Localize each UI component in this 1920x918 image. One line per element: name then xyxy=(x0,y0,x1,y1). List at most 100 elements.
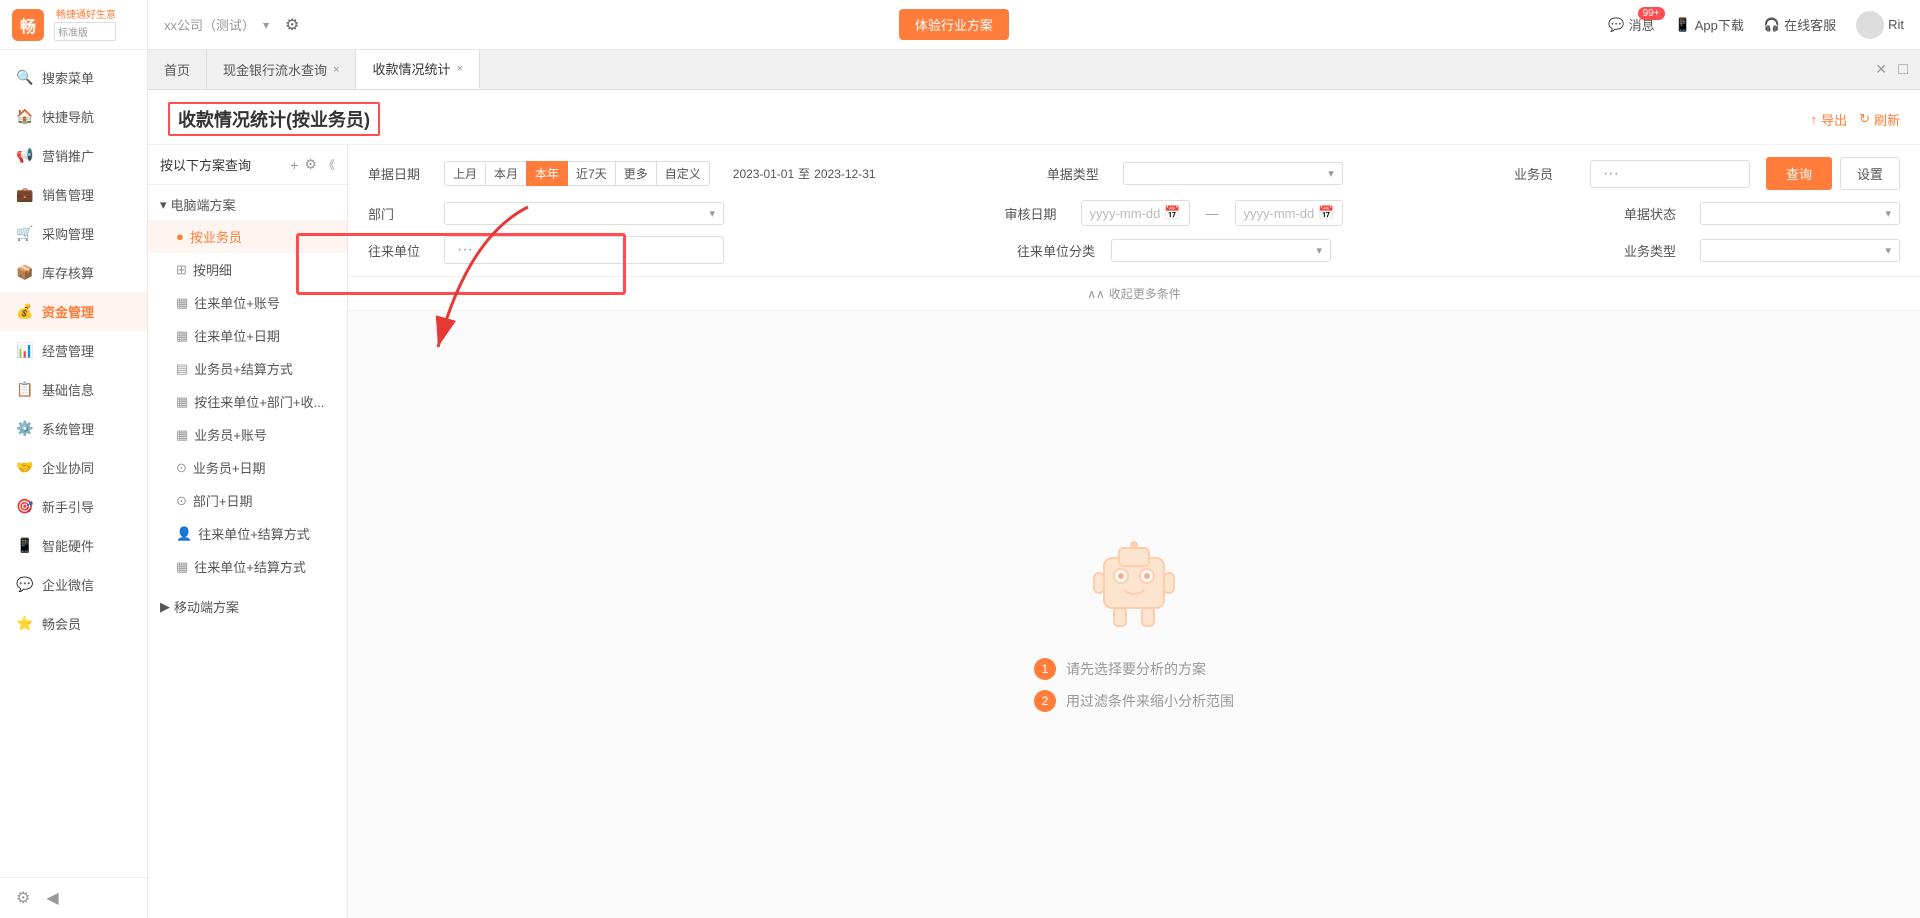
scheme-item-dept-date[interactable]: ⊙ 部门+日期 xyxy=(148,484,347,517)
scheme-item-partner-settle2[interactable]: ▦ 往来单位+结算方式 xyxy=(148,550,347,583)
filter-actions: 查询 设置 xyxy=(1766,157,1900,190)
trial-button[interactable]: 体验行业方案 xyxy=(899,9,1009,40)
partner-more-icon[interactable]: ··· xyxy=(457,241,473,259)
calendar-icon[interactable]: 📅 xyxy=(1164,205,1180,221)
app-download-item[interactable]: 📱 App下载 xyxy=(1675,15,1744,34)
chevron-down-icon: ▾ xyxy=(1885,207,1891,220)
sidebar-item-finance[interactable]: 💰 资金管理 xyxy=(0,292,147,331)
sidebar-item-label: 库存核算 xyxy=(42,263,94,282)
voucher-type-label: 单据类型 xyxy=(1047,164,1107,183)
scheme-item-partner-date[interactable]: ▦ 往来单位+日期 xyxy=(148,319,347,352)
tab-home[interactable]: 首页 xyxy=(148,50,207,89)
date-tab-more[interactable]: 更多 xyxy=(615,161,657,186)
voucher-status-label: 单据状态 xyxy=(1624,204,1684,223)
scheme-item-partner-dept[interactable]: ▦ 按往来单位+部门+收... xyxy=(148,385,347,418)
audit-date-to[interactable]: yyyy-mm-dd 📅 xyxy=(1235,200,1344,226)
sidebar-item-wechat[interactable]: 💬 企业微信 xyxy=(0,565,147,604)
header-center: 体验行业方案 xyxy=(899,9,1009,40)
filter-row-2: 部门 ▾ 审核日期 yyyy-mm-dd 📅 — xyxy=(368,200,1900,226)
sidebar-item-label: 采购管理 xyxy=(42,224,94,243)
sidebar-item-purchase[interactable]: 🛒 采购管理 xyxy=(0,214,147,253)
header-settings-icon[interactable]: ⚙ xyxy=(285,15,299,35)
tab-bank[interactable]: 现金银行流水查询 × xyxy=(207,50,356,89)
add-scheme-icon[interactable]: + xyxy=(290,157,298,173)
sidebar-item-inventory[interactable]: 📦 库存核算 xyxy=(0,253,147,292)
user-avatar xyxy=(1856,11,1884,39)
partner-select[interactable]: ··· xyxy=(444,236,724,264)
voucher-type-select[interactable]: ▾ xyxy=(1123,162,1343,185)
collapse-panel-icon[interactable]: 《 xyxy=(323,156,335,173)
date-tab-this-year[interactable]: 本年 xyxy=(526,161,568,186)
collapse-footer-icon[interactable]: ◀‌‌ xyxy=(46,888,58,908)
sidebar-item-operations[interactable]: 📊 经营管理 xyxy=(0,331,147,370)
partner-category-select[interactable]: ▾ xyxy=(1111,239,1331,262)
service-icon: 🎧 xyxy=(1764,17,1780,33)
scheme-group-pc-header[interactable]: ▾ 电脑端方案 xyxy=(148,189,347,220)
chevron-down-icon: ▾ xyxy=(709,207,715,220)
scheme-item-label: 往来单位+账号 xyxy=(194,293,280,312)
sidebar-item-label: 销售管理 xyxy=(42,185,94,204)
sidebar-item-system[interactable]: ⚙️ 系统管理 xyxy=(0,409,147,448)
sidebar-item-member[interactable]: ⭐ 畅会员 xyxy=(0,604,147,643)
export-button[interactable]: ↑ 导出 xyxy=(1811,110,1848,129)
scheme-item-partner-account[interactable]: ▦ 往来单位+账号 xyxy=(148,286,347,319)
page-header: 收款情况统计(按业务员) ↑ 导出 ↻ 刷新 xyxy=(148,90,1920,145)
staff-more-icon[interactable]: ··· xyxy=(1603,165,1619,183)
sidebar-item-enterprise[interactable]: 🤝 企业协同 xyxy=(0,448,147,487)
sidebar-item-search[interactable]: 🔍 搜索菜单 xyxy=(0,58,147,97)
scheme-item-staff-settle[interactable]: ▤ 业务员+结算方式 xyxy=(148,352,347,385)
tab-receipt[interactable]: 收款情况统计 × xyxy=(356,50,479,89)
settings-footer-icon[interactable]: ⚙ xyxy=(16,888,30,908)
collapse-bar[interactable]: ∧∧ 收起更多条件 xyxy=(348,277,1920,311)
scheme-item-partner-settle1[interactable]: 👤 往来单位+结算方式 xyxy=(148,517,347,550)
scheme-settings-icon[interactable]: ⚙ xyxy=(304,156,317,173)
scheme-item-by-staff[interactable]: ● 按业务员 xyxy=(148,220,347,253)
staff-select[interactable]: ··· xyxy=(1590,160,1750,188)
tab-receipt-close[interactable]: × xyxy=(456,63,462,75)
sidebar-item-guide[interactable]: 🎯 新手引导 xyxy=(0,487,147,526)
page-content: 收款情况统计(按业务员) ↑ 导出 ↻ 刷新 按以下 xyxy=(148,90,1920,918)
date-tab-last-month[interactable]: 上月 xyxy=(444,161,486,186)
scheme-item-staff-date[interactable]: ⊙ 业务员+日期 xyxy=(148,451,347,484)
audit-date-from[interactable]: yyyy-mm-dd 📅 xyxy=(1081,200,1190,226)
empty-step-2: 2 用过滤条件来缩小分析范围 xyxy=(1034,690,1234,712)
date-tab-7days[interactable]: 近7天 xyxy=(567,161,616,186)
guide-icon: 🎯 xyxy=(16,498,34,516)
dropdown-icon[interactable]: ▾ xyxy=(263,18,269,32)
business-type-label: 业务类型 xyxy=(1624,241,1684,260)
operations-icon: 📊 xyxy=(16,342,34,360)
table4-icon: ▦ xyxy=(176,427,188,443)
settings-button[interactable]: 设置 xyxy=(1840,157,1900,190)
sidebar-item-basicinfo[interactable]: 📋 基础信息 xyxy=(0,370,147,409)
window-max-icon[interactable]: □ xyxy=(1898,61,1908,79)
window-close-icon[interactable]: × xyxy=(1876,59,1887,80)
user-item[interactable]: Rit xyxy=(1856,11,1904,39)
sidebar-item-label: 新手引导 xyxy=(42,497,94,516)
enterprise-icon: 🤝 xyxy=(16,459,34,477)
scheme-item-label: 往来单位+结算方式 xyxy=(194,557,306,576)
sidebar-item-sales[interactable]: 💼 销售管理 xyxy=(0,175,147,214)
chevron-down-icon: ▾ xyxy=(160,197,167,213)
refresh-button[interactable]: ↻ 刷新 xyxy=(1859,110,1900,129)
messages-item[interactable]: 💬 消息 99+ xyxy=(1608,15,1654,34)
sidebar-item-marketing[interactable]: 📢 营销推广 xyxy=(0,136,147,175)
inventory-icon: 📦 xyxy=(16,264,34,282)
scheme-group-mobile-header[interactable]: ▶ 移动端方案 xyxy=(148,591,347,622)
calendar2-icon[interactable]: 📅 xyxy=(1318,205,1334,221)
scheme-item-staff-account[interactable]: ▦ 业务员+账号 xyxy=(148,418,347,451)
sidebar-item-label: 企业微信 xyxy=(42,575,94,594)
business-type-select[interactable]: ▾ xyxy=(1700,239,1900,262)
query-button[interactable]: 查询 xyxy=(1766,157,1832,190)
scheme-item-by-detail[interactable]: ⊞ 按明细 xyxy=(148,253,347,286)
sidebar-item-hardware[interactable]: 📱 智能硬件 xyxy=(0,526,147,565)
main-area: xx公司（测试） ▾ ⚙ 体验行业方案 💬 消息 99+ 📱 App下载 🎧 xyxy=(148,0,1920,918)
tab-bank-close[interactable]: × xyxy=(333,64,339,76)
voucher-status-select[interactable]: ▾ xyxy=(1700,202,1900,225)
date-tab-custom[interactable]: 自定义 xyxy=(656,161,710,186)
dept-select[interactable]: ▾ xyxy=(444,202,724,225)
sidebar-item-quicknav[interactable]: 🏠 快捷导航 xyxy=(0,97,147,136)
date-range: 2023-01-01 至 2023-12-31 xyxy=(733,165,876,182)
online-service-item[interactable]: 🎧 在线客服 xyxy=(1764,15,1836,34)
date-tab-this-month[interactable]: 本月 xyxy=(485,161,527,186)
date-from: 2023-01-01 xyxy=(733,167,794,181)
